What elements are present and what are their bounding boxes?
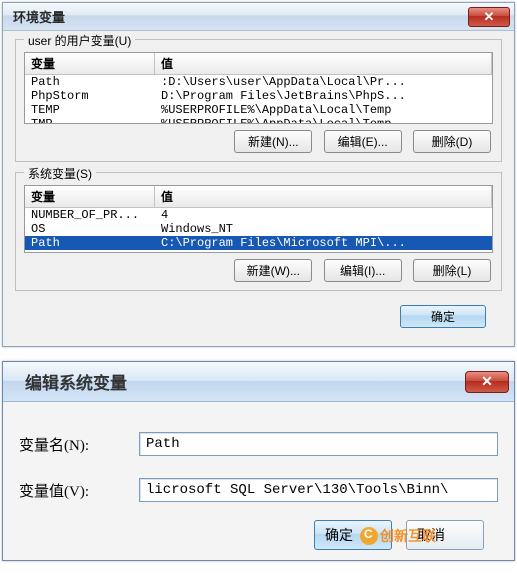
system-new-button[interactable]: 新建(W)... [234, 259, 312, 282]
table-row[interactable]: TEMP %USERPROFILE%\AppData\Local\Temp [25, 103, 492, 117]
user-button-row: 新建(N)... 编辑(E)... 删除(D) [24, 124, 493, 155]
dialog-footer: 确定 [15, 301, 502, 336]
value-row: 变量值(V): [19, 478, 498, 502]
close-button[interactable]: ✕ [468, 7, 510, 27]
dialog-footer: 确定 取消 创新互联 [19, 516, 498, 550]
col-name[interactable]: 变量 [25, 53, 155, 74]
table-row[interactable]: TMP %USERPROFILE%\AppData\Local\Temp [25, 117, 492, 124]
user-variables-group: user 的用户变量(U) 变量 值 Path :D:\Users\user\A… [15, 39, 502, 162]
name-label: 变量名(N): [19, 434, 139, 455]
edit-variable-dialog: 编辑系统变量 ✕ 变量名(N): 变量值(V): 确定 取消 创新互联 [2, 361, 515, 561]
name-row: 变量名(N): [19, 432, 498, 456]
list-header: 变量 值 [25, 186, 492, 208]
col-value[interactable]: 值 [155, 53, 492, 74]
dialog-title: 编辑系统变量 [13, 369, 127, 394]
table-row[interactable]: NUMBER_OF_PR... 4 [25, 208, 492, 222]
system-delete-button[interactable]: 删除(L) [413, 259, 491, 282]
user-new-button[interactable]: 新建(N)... [234, 130, 312, 153]
dialog-body: user 的用户变量(U) 变量 值 Path :D:\Users\user\A… [3, 31, 514, 346]
system-variables-list[interactable]: 变量 值 NUMBER_OF_PR... 4 OS Windows_NT Pat… [24, 185, 493, 253]
ok-button[interactable]: 确定 [314, 520, 392, 550]
ok-button[interactable]: 确定 [400, 305, 486, 328]
user-variables-list[interactable]: 变量 值 Path :D:\Users\user\AppData\Local\P… [24, 52, 493, 124]
user-group-label: user 的用户变量(U) [24, 32, 135, 49]
system-button-row: 新建(W)... 编辑(I)... 删除(L) [24, 253, 493, 284]
col-value[interactable]: 值 [155, 186, 492, 207]
table-row[interactable]: PhpStorm D:\Program Files\JetBrains\PhpS… [25, 89, 492, 103]
name-input[interactable] [139, 432, 498, 456]
list-header: 变量 值 [25, 53, 492, 75]
dialog-body: 变量名(N): 变量值(V): 确定 取消 创新互联 [3, 402, 514, 560]
user-edit-button[interactable]: 编辑(E)... [324, 130, 402, 153]
cancel-button[interactable]: 取消 [406, 520, 484, 550]
system-variables-group: 系统变量(S) 变量 值 NUMBER_OF_PR... 4 OS Window… [15, 172, 502, 291]
close-icon: ✕ [481, 373, 493, 390]
value-input[interactable] [139, 478, 498, 502]
value-label: 变量值(V): [19, 480, 139, 501]
user-delete-button[interactable]: 删除(D) [413, 130, 491, 153]
col-name[interactable]: 变量 [25, 186, 155, 207]
table-row[interactable]: OS Windows_NT [25, 222, 492, 236]
table-row[interactable]: Path :D:\Users\user\AppData\Local\Pr... [25, 75, 492, 89]
close-button[interactable]: ✕ [465, 371, 509, 393]
titlebar: 环境变量 ✕ [3, 3, 514, 31]
system-group-label: 系统变量(S) [24, 165, 96, 182]
table-row-selected[interactable]: Path C:\Program Files\Microsoft MPI\... [25, 236, 492, 250]
titlebar: 编辑系统变量 ✕ [3, 362, 514, 402]
close-icon: ✕ [484, 9, 495, 25]
env-variables-dialog: 环境变量 ✕ user 的用户变量(U) 变量 值 Path :D:\Users… [2, 2, 515, 347]
dialog-title: 环境变量 [13, 7, 65, 26]
system-edit-button[interactable]: 编辑(I)... [324, 259, 402, 282]
